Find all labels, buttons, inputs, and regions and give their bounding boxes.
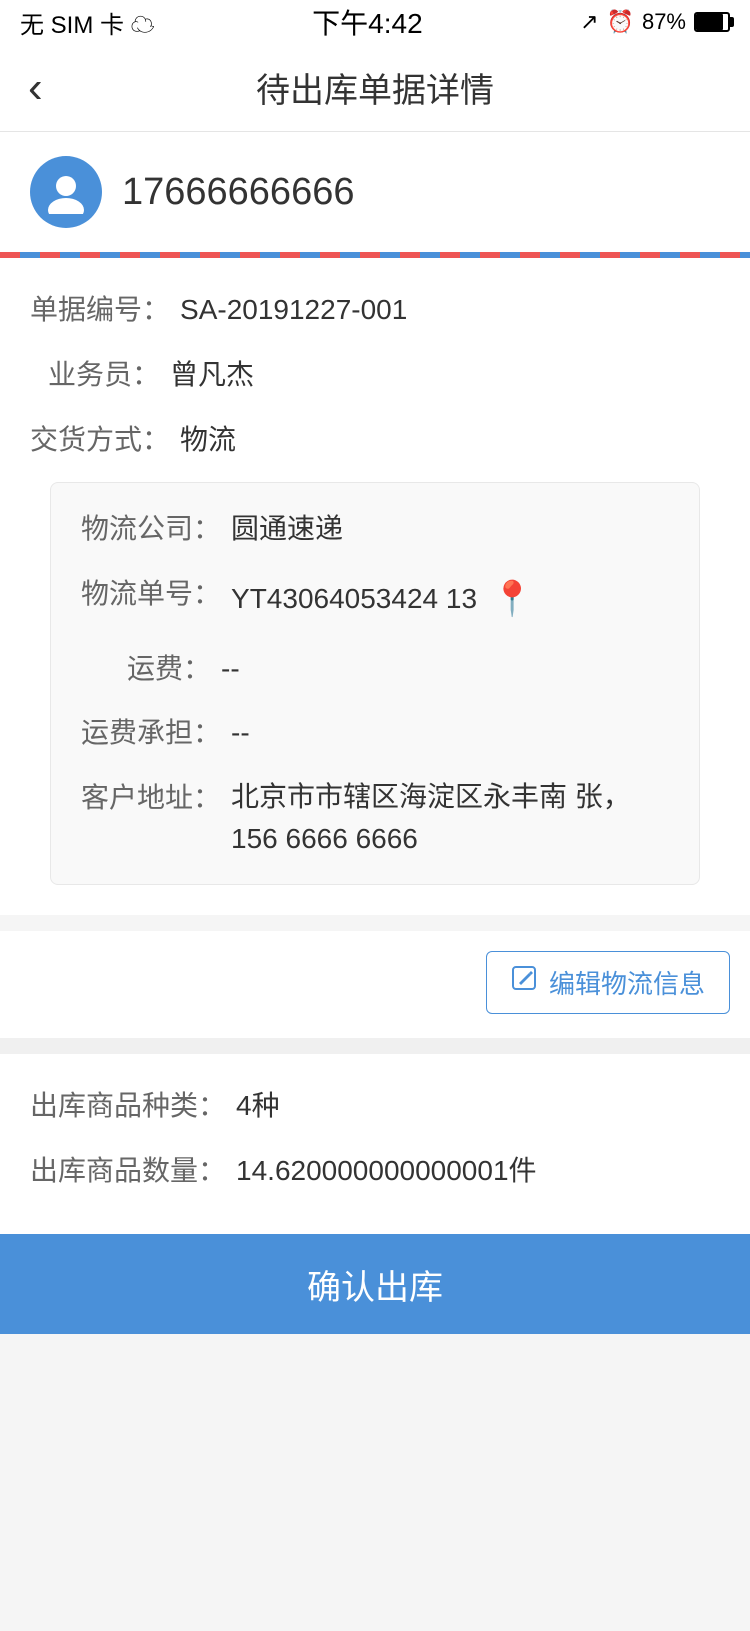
staff-label: 业务员： [30,353,160,398]
freight-bear-label: 运费承担： [81,711,221,756]
edit-logistics-label: 编辑物流信息 [549,964,705,1001]
goods-types-value: 4种 [236,1084,720,1129]
goods-quantity-label: 出库商品数量： [30,1149,226,1194]
delivery-label: 交货方式： [30,418,170,463]
status-left: 无 SIM 卡 ☁ [20,5,155,40]
goods-quantity-value: 14.620000000000001件 [236,1149,720,1194]
avatar [30,156,102,228]
battery-icon [694,12,730,32]
status-time: 下午4:42 [312,2,423,42]
section-divider [0,1038,750,1054]
user-phone: 17666666666 [122,171,354,214]
edit-logistics-button[interactable]: 编辑物流信息 [486,951,730,1014]
status-right: ↗ ⏰ 87% [580,9,730,35]
address-row: 客户地址： 北京市市辖区海淀区永丰南 张，156 6666 6666 [81,776,669,860]
logistics-company-label: 物流公司： [81,507,221,552]
delivery-row: 交货方式： 物流 [30,418,720,463]
order-number-row: 单据编号： SA-20191227-001 [30,288,720,333]
empty-space [0,1331,750,1531]
order-info-section: 单据编号： SA-20191227-001 业务员： 曾凡杰 交货方式： 物流 … [0,258,750,915]
location-indicator: ↗ [580,9,598,35]
logistics-company-value: 圆通速递 [231,507,669,552]
logistics-tracking-label: 物流单号： [81,572,221,617]
address-value: 北京市市辖区海淀区永丰南 张，156 6666 6666 [231,776,669,860]
user-section: 17666666666 [0,132,750,252]
confirm-button-label: 确认出库 [307,1260,443,1309]
goods-section: 出库商品种类： 4种 出库商品数量： 14.620000000000001件 [0,1054,750,1224]
staff-value: 曾凡杰 [170,353,720,398]
person-icon [44,170,88,214]
map-pin-icon[interactable]: 📍 [491,572,533,626]
logistics-company-row: 物流公司： 圆通速递 [81,507,669,552]
freight-bear-value: -- [231,711,669,756]
order-number-label: 单据编号： [30,288,170,333]
edit-icon [511,965,539,1000]
goods-types-label: 出库商品种类： [30,1084,226,1129]
page-title: 待出库单据详情 [256,63,494,112]
battery-level: 87% [642,9,686,35]
address-label: 客户地址： [81,776,221,821]
nav-bar: ‹ 待出库单据详情 [0,44,750,132]
logistics-tracking-value: YT43064053424 13 📍 [231,572,669,626]
freight-bear-row: 运费承担： -- [81,711,669,756]
goods-quantity-row: 出库商品数量： 14.620000000000001件 [30,1149,720,1194]
logistics-tracking-row: 物流单号： YT43064053424 13 📍 [81,572,669,626]
status-bar: 无 SIM 卡 ☁ 下午4:42 ↗ ⏰ 87% [0,0,750,44]
tracking-number: YT43064053424 13 [231,577,477,622]
confirm-button[interactable]: 确认出库 [0,1234,750,1334]
edit-btn-row: 编辑物流信息 [0,931,750,1038]
delivery-value: 物流 [180,418,720,463]
freight-label: 运费： [81,647,211,692]
order-number-value: SA-20191227-001 [180,288,720,333]
goods-types-row: 出库商品种类： 4种 [30,1084,720,1129]
freight-value: -- [221,647,669,692]
staff-row: 业务员： 曾凡杰 [30,353,720,398]
logistics-card: 物流公司： 圆通速递 物流单号： YT43064053424 13 📍 运费： … [50,482,700,885]
back-button[interactable]: ‹ [28,63,43,113]
freight-row: 运费： -- [81,647,669,692]
alarm-icon: ⏰ [607,9,634,35]
